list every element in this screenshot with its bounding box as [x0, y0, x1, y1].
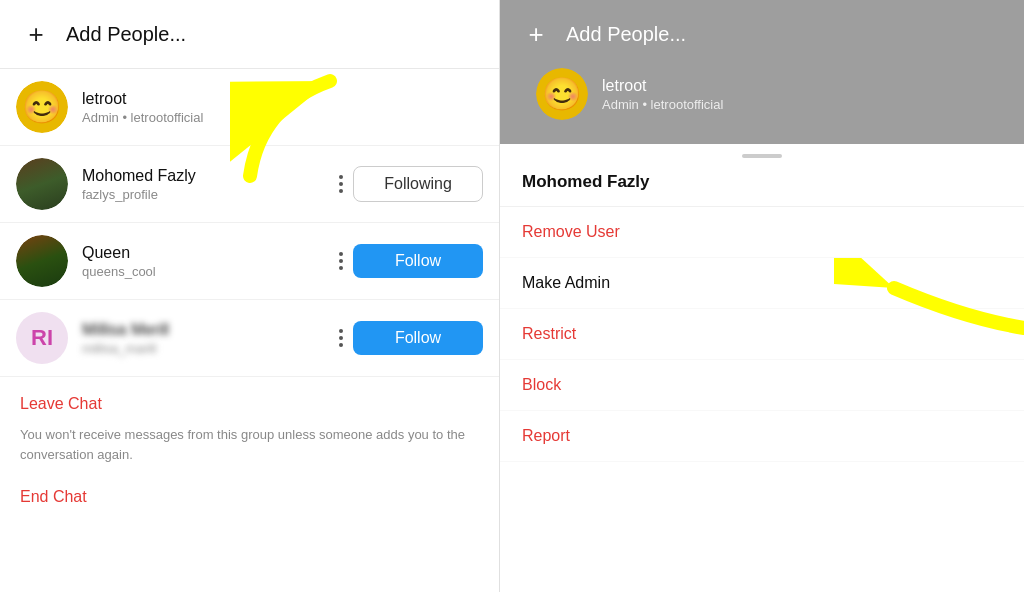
right-member-row-letroot: 😊 letroot Admin • letrootofficial [520, 64, 1004, 130]
right-member-name-letroot: letroot [602, 77, 988, 95]
member-name-queen: Queen [82, 244, 329, 262]
member-name-mohomed: Mohomed Fazly [82, 167, 329, 185]
right-smiley-icon: 😊 [536, 68, 588, 120]
follow-button-millin[interactable]: Follow [353, 321, 483, 355]
dot [339, 266, 343, 270]
right-header: + Add People... 😊 letroot Admin • letroo… [500, 0, 1024, 144]
block-button[interactable]: Block [500, 360, 1024, 411]
right-add-people-row: + Add People... [520, 18, 1004, 50]
dot [339, 182, 343, 186]
member-handle-queen: queens_cool [82, 264, 329, 279]
right-add-people-label: Add People... [566, 23, 686, 46]
follow-button-queen[interactable]: Follow [353, 244, 483, 278]
add-people-label: Add People... [66, 23, 186, 46]
dot [339, 189, 343, 193]
right-member-handle-letroot: Admin • letrootofficial [602, 97, 988, 112]
member-info-queen: Queen queens_cool [82, 244, 329, 279]
dot [339, 259, 343, 263]
add-people-button[interactable]: + Add People... [0, 0, 499, 69]
make-admin-button[interactable]: Make Admin [500, 258, 1024, 309]
left-panel: + Add People... 😊 letroot Admin • letroo… [0, 0, 500, 592]
end-chat-button[interactable]: End Chat [0, 480, 499, 514]
member-row-millin: RI Millisa Merill millisa_marill Follow [0, 300, 499, 377]
following-button-mohomed[interactable]: Following [353, 166, 483, 202]
dot [339, 336, 343, 340]
member-row-mohomed: Mohomed Fazly fazlys_profile Following [0, 146, 499, 223]
dot [339, 343, 343, 347]
dot [339, 252, 343, 256]
right-member-info-letroot: letroot Admin • letrootofficial [602, 77, 988, 112]
remove-user-button[interactable]: Remove User [500, 207, 1024, 258]
member-info-letroot: letroot Admin • letrootofficial [82, 90, 483, 125]
leave-chat-button[interactable]: Leave Chat [0, 377, 499, 421]
member-info-mohomed: Mohomed Fazly fazlys_profile [82, 167, 329, 202]
dots-menu-mohomed[interactable] [329, 167, 353, 201]
report-button[interactable]: Report [500, 411, 1024, 462]
dots-menu-millin[interactable] [329, 321, 353, 355]
handle-bar [742, 154, 782, 158]
dot [339, 329, 343, 333]
member-name-millin: Millisa Merill [82, 321, 329, 339]
right-plus-icon: + [520, 18, 552, 50]
dots-menu-queen[interactable] [329, 244, 353, 278]
avatar-letroot: 😊 [16, 81, 68, 133]
plus-icon: + [20, 18, 52, 50]
member-row-letroot: 😊 letroot Admin • letrootofficial [0, 69, 499, 146]
member-name-letroot: letroot [82, 90, 483, 108]
sheet-handle [500, 144, 1024, 164]
bottom-sheet: Mohomed Fazly Remove User Make Admin Res… [500, 144, 1024, 592]
member-info-millin: Millisa Merill millisa_marill [82, 321, 329, 356]
avatar-queen [16, 235, 68, 287]
right-avatar-letroot: 😊 [536, 68, 588, 120]
avatar-mohomed [16, 158, 68, 210]
member-row-queen: Queen queens_cool Follow [0, 223, 499, 300]
member-handle-millin: millisa_marill [82, 341, 329, 356]
dot [339, 175, 343, 179]
member-handle-mohomed: fazlys_profile [82, 187, 329, 202]
sheet-username: Mohomed Fazly [500, 164, 1024, 207]
leave-chat-description: You won't receive messages from this gro… [0, 421, 499, 480]
restrict-button[interactable]: Restrict [500, 309, 1024, 360]
member-handle-letroot: Admin • letrootofficial [82, 110, 483, 125]
smiley-icon: 😊 [16, 81, 68, 133]
right-panel: + Add People... 😊 letroot Admin • letroo… [500, 0, 1024, 592]
avatar-millin: RI [16, 312, 68, 364]
